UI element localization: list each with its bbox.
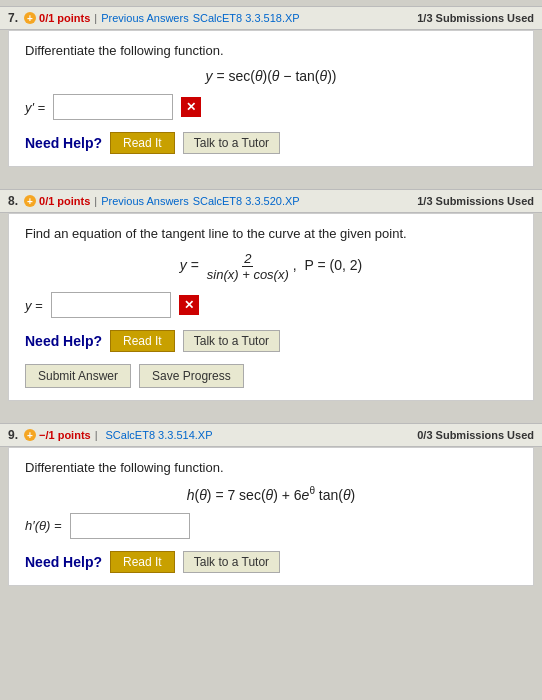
problem-8-header: 8. + 0/1 points | Previous Answers SCalc… xyxy=(0,189,542,213)
problem-8-submissions: 1/3 Submissions Used xyxy=(417,195,534,207)
problem-8-talk-tutor-button[interactable]: Talk to a Tutor xyxy=(183,330,280,352)
problem-7-prev-answers[interactable]: Previous Answers xyxy=(101,12,188,24)
problem-8-denominator: sin(x) + cos(x) xyxy=(205,267,291,282)
problem-9-points-badge: + −/1 points xyxy=(24,429,91,441)
problem-8-prev-answers[interactable]: Previous Answers xyxy=(101,195,188,207)
problem-8-body: Find an equation of the tangent line to … xyxy=(8,213,534,401)
problem-7-body: Differentiate the following function. y … xyxy=(8,30,534,167)
problem-9-answer-input[interactable] xyxy=(70,513,190,539)
problem-7-points-badge: + 0/1 points xyxy=(24,12,90,24)
problem-8-need-help-row: Need Help? Read It Talk to a Tutor xyxy=(25,330,517,352)
problem-7-clear-button[interactable]: ✕ xyxy=(181,97,201,117)
problem-8-fraction: 2 sin(x) + cos(x) xyxy=(205,251,291,282)
problem-9-read-it-button[interactable]: Read It xyxy=(110,551,175,573)
problem-9-math: h(θ) = 7 sec(θ) + 6eθ tan(θ) xyxy=(25,485,517,503)
problem-9-submissions: 0/3 Submissions Used xyxy=(417,429,534,441)
problem-7-ref-code: SCalcET8 3.3.518.XP xyxy=(193,12,300,24)
problem-9-statement: Differentiate the following function. xyxy=(25,460,517,475)
problem-8-container: 8. + 0/1 points | Previous Answers SCalc… xyxy=(0,183,542,407)
problem-8-action-row: Submit Answer Save Progress xyxy=(25,364,517,388)
problem-8-points: 0/1 points xyxy=(39,195,90,207)
problem-9-body: Differentiate the following function. h(… xyxy=(8,447,534,586)
problem-8-statement: Find an equation of the tangent line to … xyxy=(25,226,517,241)
problem-8-input-label: y = xyxy=(25,298,43,313)
problem-9-input-row: h′(θ) = xyxy=(25,513,517,539)
problem-7-need-help-label: Need Help? xyxy=(25,135,102,151)
gap-7-8 xyxy=(0,173,542,183)
problem-8-number: 8. xyxy=(8,194,18,208)
problem-8-save-button[interactable]: Save Progress xyxy=(139,364,244,388)
problem-8-answer-input[interactable] xyxy=(51,292,171,318)
problem-7-number: 7. xyxy=(8,11,18,25)
problem-8-ref-code: SCalcET8 3.3.520.XP xyxy=(193,195,300,207)
problem-8-numerator: 2 xyxy=(242,251,253,267)
problem-7-input-label: y' = xyxy=(25,100,45,115)
problem-7-container: 7. + 0/1 points | Previous Answers SCalc… xyxy=(0,0,542,173)
problem-9-container: 9. + −/1 points | SCalcET8 3.3.514.XP 0/… xyxy=(0,417,542,592)
problem-7-header: 7. + 0/1 points | Previous Answers SCalc… xyxy=(0,6,542,30)
problem-7-read-it-button[interactable]: Read It xyxy=(110,132,175,154)
problem-9-points: −/1 points xyxy=(39,429,91,441)
problem-7-input-row: y' = ✕ xyxy=(25,94,517,120)
plus-icon-7: + xyxy=(24,12,36,24)
problem-9-input-label: h′(θ) = xyxy=(25,518,62,533)
problem-8-input-row: y = ✕ xyxy=(25,292,517,318)
problem-9-need-help-row: Need Help? Read It Talk to a Tutor xyxy=(25,551,517,573)
plus-icon-9: + xyxy=(24,429,36,441)
problem-8-need-help-label: Need Help? xyxy=(25,333,102,349)
gap-8-9 xyxy=(0,407,542,417)
problem-8-clear-button[interactable]: ✕ xyxy=(179,295,199,315)
problem-7-talk-tutor-button[interactable]: Talk to a Tutor xyxy=(183,132,280,154)
problem-9-ref-code: SCalcET8 3.3.514.XP xyxy=(106,429,213,441)
problem-8-math: y = 2 sin(x) + cos(x) , P = (0, 2) xyxy=(25,251,517,282)
problem-7-points: 0/1 points xyxy=(39,12,90,24)
problem-8-read-it-button[interactable]: Read It xyxy=(110,330,175,352)
problem-7-need-help-row: Need Help? Read It Talk to a Tutor xyxy=(25,132,517,154)
problem-9-talk-tutor-button[interactable]: Talk to a Tutor xyxy=(183,551,280,573)
problem-7-answer-input[interactable] xyxy=(53,94,173,120)
problem-7-statement: Differentiate the following function. xyxy=(25,43,517,58)
problem-9-number: 9. xyxy=(8,428,18,442)
problem-8-point: P = (0, 2) xyxy=(304,257,362,273)
problem-9-header: 9. + −/1 points | SCalcET8 3.3.514.XP 0/… xyxy=(0,423,542,447)
plus-icon-8: + xyxy=(24,195,36,207)
problem-8-submit-button[interactable]: Submit Answer xyxy=(25,364,131,388)
problem-9-need-help-label: Need Help? xyxy=(25,554,102,570)
problem-7-submissions: 1/3 Submissions Used xyxy=(417,12,534,24)
problem-7-math: y = sec(θ)(θ − tan(θ)) xyxy=(25,68,517,84)
problem-8-points-badge: + 0/1 points xyxy=(24,195,90,207)
